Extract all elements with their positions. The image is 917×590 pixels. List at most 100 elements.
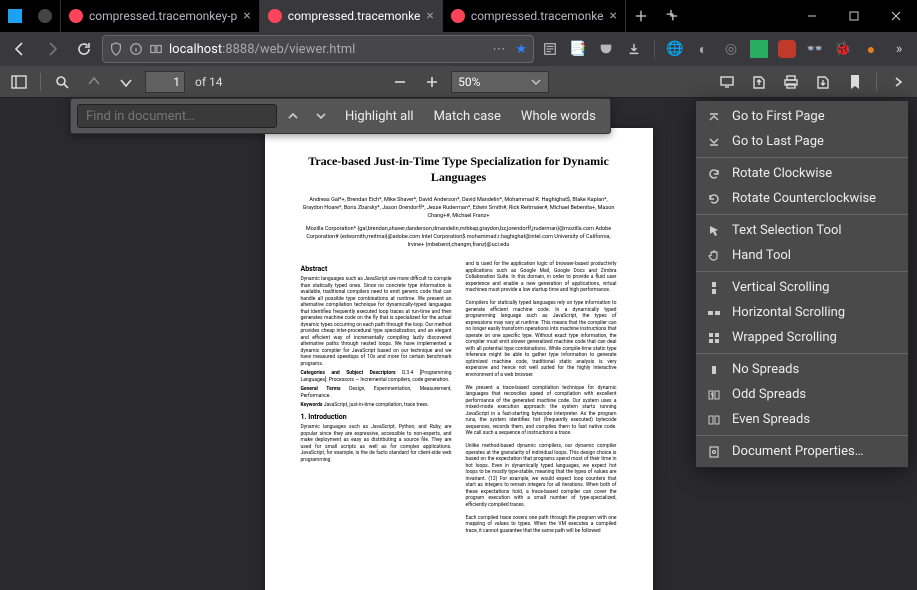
sidebar-toggle-button[interactable] — [6, 69, 32, 95]
print-button[interactable] — [778, 69, 804, 95]
tab-label: compressed.tracemonkey-p — [89, 9, 237, 23]
find-input[interactable] — [77, 104, 277, 128]
next-page-button[interactable] — [113, 69, 139, 95]
tab-1[interactable]: compressed.tracemonkey-p × — [61, 0, 260, 32]
chevron-down-icon — [530, 76, 542, 88]
reader-icon[interactable] — [538, 37, 562, 61]
open-file-button[interactable] — [746, 69, 772, 95]
find-button[interactable] — [49, 69, 75, 95]
reload-button[interactable] — [70, 35, 98, 63]
pdf-toolbar: of 14 50% — [0, 66, 917, 98]
shield-icon — [109, 42, 123, 56]
first-page-icon — [706, 109, 722, 125]
wscroll-icon — [706, 330, 722, 346]
info-icon — [129, 42, 143, 56]
tab-3[interactable]: compressed.tracemonke × — [443, 0, 626, 32]
menu-text-select[interactable]: Text Selection Tool — [696, 218, 908, 243]
menu-even-spread[interactable]: Even Spreads — [696, 407, 908, 432]
svg-text:1: 1 — [711, 393, 714, 399]
rotate-cw-icon — [706, 166, 722, 182]
find-next-button[interactable] — [309, 104, 333, 128]
addon-7-icon[interactable]: ● — [859, 37, 883, 61]
highlight-all-toggle[interactable]: Highlight all — [337, 109, 422, 124]
pocket-icon[interactable] — [594, 37, 618, 61]
tab-label: compressed.tracemonke — [471, 9, 604, 23]
rotate-ccw-icon — [706, 191, 722, 207]
downloads-icon[interactable] — [622, 37, 646, 61]
cursor-icon — [706, 223, 722, 239]
menu-doc-props[interactable]: Document Properties… — [696, 439, 908, 464]
bookmark-button[interactable] — [842, 69, 868, 95]
zoom-value: 50% — [458, 75, 480, 89]
find-prev-button[interactable] — [281, 104, 305, 128]
tab-0[interactable] — [30, 0, 61, 32]
match-case-toggle[interactable]: Match case — [426, 109, 509, 124]
addon-4-icon[interactable] — [747, 37, 771, 61]
tab-2[interactable]: compressed.tracemonke × — [260, 0, 443, 32]
pdf-page: Trace-based Just-in-Time Type Specializa… — [265, 128, 653, 590]
right-column: and is used for the application logic of… — [466, 261, 617, 537]
firefox-menu[interactable] — [0, 9, 30, 23]
menu-hscroll[interactable]: Horizontal Scrolling — [696, 300, 908, 325]
menu-first-page[interactable]: Go to First Page — [696, 104, 908, 129]
last-page-icon — [706, 134, 722, 150]
secondary-toolbar-menu: Go to First Page Go to Last Page Rotate … — [695, 100, 909, 468]
window-controls — [791, 0, 917, 32]
evenspread-icon — [706, 412, 722, 428]
findbar: Highlight all Match case Whole words — [70, 98, 611, 134]
zoom-select[interactable]: 50% — [451, 71, 549, 93]
download-button[interactable] — [810, 69, 836, 95]
hscroll-icon — [706, 305, 722, 321]
left-column: Abstract Dynamic languages such as JavaS… — [301, 261, 452, 537]
tab-label: compressed.tracemonke — [288, 9, 421, 23]
addon-2-icon[interactable]: ◐ — [691, 37, 715, 61]
addon-icon[interactable]: 🌐 — [663, 37, 687, 61]
back-button[interactable] — [6, 35, 34, 63]
menu-rotate-ccw[interactable]: Rotate Counterclockwise — [696, 186, 908, 211]
urlbar: localhost:8888/web/viewer.html ⋯ ★ 📑 🌐 ◐… — [0, 32, 917, 66]
close-button[interactable] — [875, 0, 917, 32]
library-icon[interactable]: 📑 — [566, 37, 590, 61]
doc-authors: Andreas Gal*+, Brendan Eich*, Mike Shave… — [301, 197, 617, 249]
menu-wscroll[interactable]: Wrapped Scrolling — [696, 325, 908, 350]
forward-button[interactable] — [38, 35, 66, 63]
overflow-icon[interactable]: » — [887, 37, 911, 61]
expand-tabs-button[interactable] — [656, 9, 686, 23]
zoom-in-button[interactable] — [419, 69, 445, 95]
menu-vscroll[interactable]: Vertical Scrolling — [696, 275, 908, 300]
prev-page-button[interactable] — [81, 69, 107, 95]
more-icon[interactable]: ⋯ — [492, 42, 505, 57]
urlbox[interactable]: localhost:8888/web/viewer.html ⋯ ★ — [102, 35, 534, 63]
maximize-button[interactable] — [833, 0, 875, 32]
close-icon[interactable]: × — [610, 8, 617, 24]
menu-hand-tool[interactable]: Hand Tool — [696, 243, 908, 268]
oddspread-icon: 1 — [706, 387, 722, 403]
hand-icon — [706, 248, 722, 264]
menu-odd-spread[interactable]: 1Odd Spreads — [696, 382, 908, 407]
menu-rotate-cw[interactable]: Rotate Clockwise — [696, 161, 908, 186]
addon-6-icon[interactable]: 🐞 — [831, 37, 855, 61]
permissions-icon — [149, 42, 163, 56]
addon-3-icon[interactable]: ◎ — [719, 37, 743, 61]
ublock-icon[interactable] — [775, 37, 799, 61]
close-icon[interactable]: × — [426, 8, 433, 24]
page-total-label: of 14 — [195, 75, 222, 89]
presentation-button[interactable] — [714, 69, 740, 95]
tab-strip: compressed.tracemonkey-p × compressed.tra… — [0, 0, 791, 32]
whole-words-toggle[interactable]: Whole words — [513, 109, 604, 124]
close-icon[interactable]: × — [243, 8, 250, 24]
tools-menu-button[interactable] — [885, 69, 911, 95]
new-tab-button[interactable] — [626, 9, 656, 23]
nospread-icon — [706, 362, 722, 378]
bookmark-star-icon[interactable]: ★ — [515, 42, 527, 57]
doc-props-icon — [706, 444, 722, 460]
menu-no-spread[interactable]: No Spreads — [696, 357, 908, 382]
zoom-out-button[interactable] — [387, 69, 413, 95]
doc-title: Trace-based Just-in-Time Type Specializa… — [301, 154, 617, 185]
minimize-button[interactable] — [791, 0, 833, 32]
menu-last-page[interactable]: Go to Last Page — [696, 129, 908, 154]
page-number-input[interactable] — [145, 71, 185, 93]
titlebar: compressed.tracemonkey-p × compressed.tra… — [0, 0, 917, 32]
vscroll-icon — [706, 280, 722, 296]
addon-5-icon[interactable]: 👓 — [803, 37, 827, 61]
